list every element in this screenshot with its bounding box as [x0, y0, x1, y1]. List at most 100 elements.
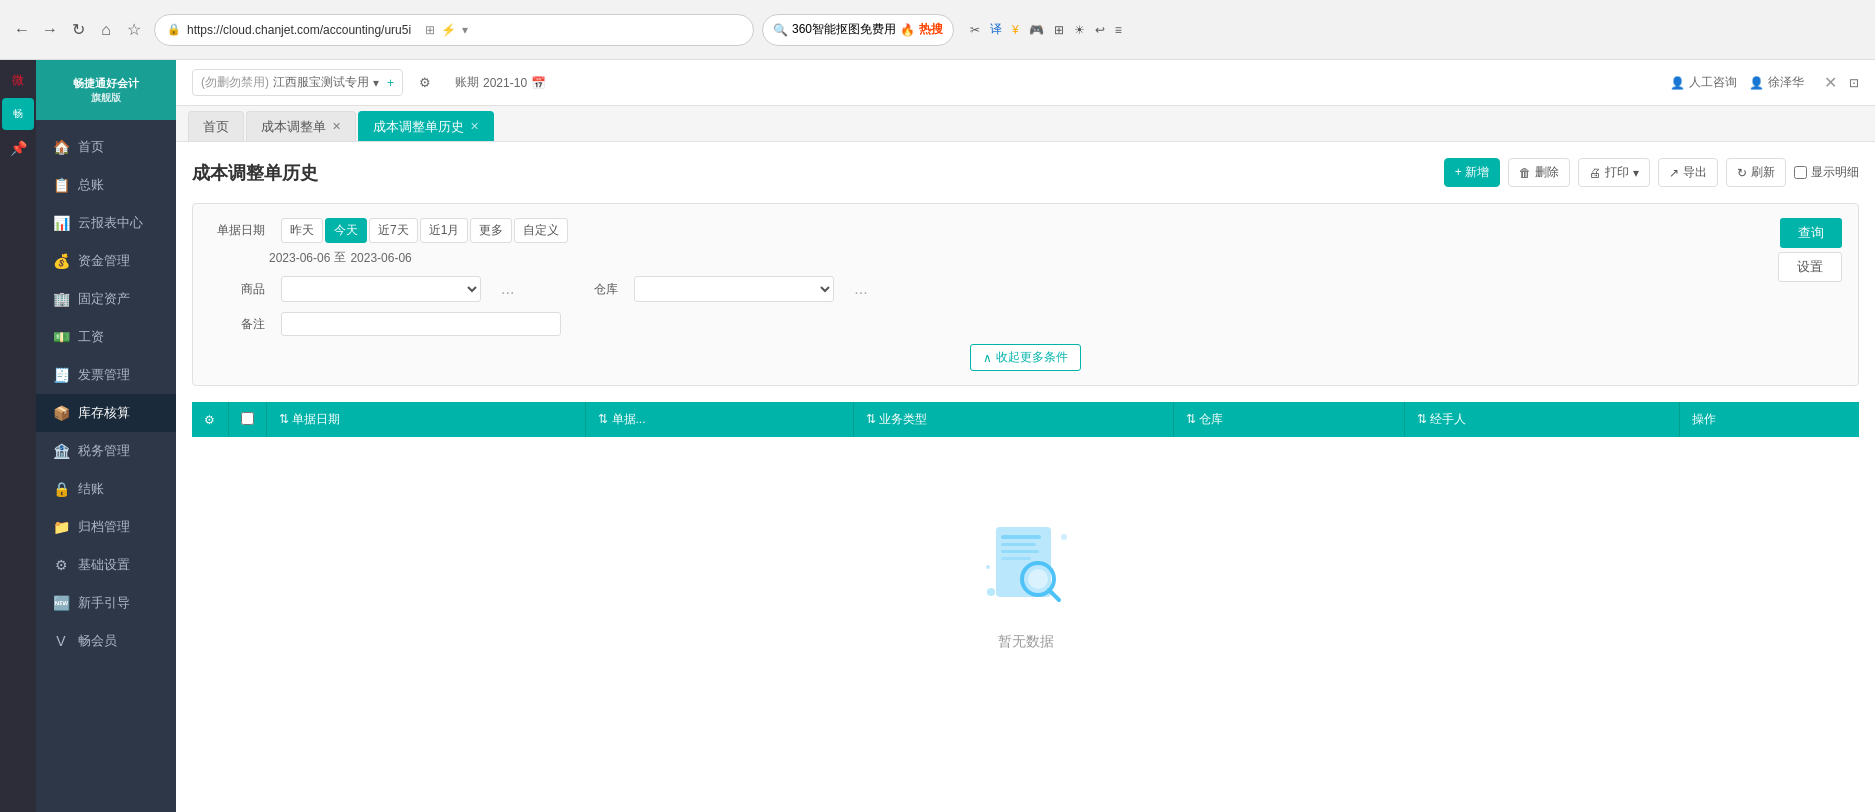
date-btn-today[interactable]: 今天 — [325, 218, 367, 243]
undo-icon[interactable]: ↩ — [1095, 23, 1105, 37]
warehouse-more-btn[interactable]: ... — [854, 280, 867, 298]
bolt-icon: ⚡ — [441, 23, 456, 37]
date-btn-1month[interactable]: 近1月 — [420, 218, 469, 243]
filter-row-date-range: 2023-06-06 至 2023-06-06 — [209, 249, 1754, 266]
date-range-start: 2023-06-06 — [269, 251, 330, 265]
display-cols-checkbox[interactable]: 显示明细 — [1794, 164, 1859, 181]
sidebar-item-close[interactable]: 🔒结账 — [36, 470, 176, 508]
sidebar-icon-archive: 📁 — [52, 519, 70, 535]
logo-text-line2: 旗舰版 — [73, 91, 139, 104]
weibo-icon[interactable]: 微 — [2, 64, 34, 96]
search-icon: 🔍 — [773, 23, 788, 37]
sidebar-item-fixed-assets[interactable]: 🏢 固定资产 — [36, 280, 176, 318]
refresh-button[interactable]: ↻ — [66, 18, 90, 42]
wallet-icon[interactable]: ¥ — [1012, 23, 1019, 37]
calendar-icon[interactable]: 📅 — [531, 76, 546, 90]
tab-home[interactable]: 首页 — [188, 111, 244, 141]
col-handler[interactable]: ⇅ 经手人 — [1404, 402, 1679, 437]
ssl-lock-icon: 🔒 — [167, 23, 181, 36]
date-btn-7days[interactable]: 近7天 — [369, 218, 418, 243]
consultant-btn[interactable]: 👤 人工咨询 — [1670, 74, 1737, 91]
warehouse-filter-select[interactable] — [634, 276, 834, 302]
svg-line-7 — [1049, 590, 1059, 600]
topbar-expand-icon[interactable]: ⊡ — [1849, 76, 1859, 90]
search-bar[interactable]: 🔍 360智能抠图免费用 🔥 热搜 — [762, 14, 954, 46]
sidebar-item-home[interactable]: 🏠首页 — [36, 128, 176, 166]
date-btn-more[interactable]: 更多 — [470, 218, 512, 243]
goods-more-btn[interactable]: ... — [501, 280, 514, 298]
col-checkbox[interactable] — [228, 402, 266, 437]
col-warehouse[interactable]: ⇅ 仓库 — [1173, 402, 1404, 437]
query-button[interactable]: 查询 — [1780, 218, 1842, 248]
scissors-icon[interactable]: ✂ — [970, 23, 980, 37]
period-value: 2021-10 — [483, 76, 527, 90]
sidebar-item-general-ledger[interactable]: 📋总账 — [36, 166, 176, 204]
chanjet-icon[interactable]: 畅 — [2, 98, 34, 130]
company-selector[interactable]: (勿删勿禁用) 江西服宝测试专用 ▾ + — [192, 69, 403, 96]
grid-icon: ⊞ — [425, 23, 435, 37]
col-biz-type[interactable]: ⇅ 业务类型 — [854, 402, 1174, 437]
sidebar-item-tax[interactable]: 🏦税务管理 — [36, 432, 176, 470]
menu-icon[interactable]: ≡ — [1115, 23, 1122, 37]
consultant-label: 人工咨询 — [1689, 74, 1737, 91]
company-warning: (勿删勿禁用) — [201, 74, 269, 91]
apps-icon[interactable]: ⊞ — [1054, 23, 1064, 37]
sidebar-item-reports[interactable]: 📊云报表中心 — [36, 204, 176, 242]
sidebar-label-home: 首页 — [78, 138, 104, 156]
delete-button[interactable]: 🗑 删除 — [1508, 158, 1570, 187]
tab-cost-adjust-history[interactable]: 成本调整单历史✕ — [358, 111, 494, 141]
app-icon-3[interactable]: 📌 — [2, 132, 34, 164]
table-header-row: ⚙ ⇅ 单据日期 ⇅ 单据... — [192, 402, 1859, 437]
filter-row-date: 单据日期 昨天 今天 近7天 近1月 更多 自定义 — [209, 218, 1754, 243]
col-date[interactable]: ⇅ 单据日期 — [266, 402, 586, 437]
table-settings-icon[interactable]: ⚙ — [204, 413, 215, 427]
tab-cost-adjust[interactable]: 成本调整单✕ — [246, 111, 356, 141]
col-settings[interactable]: ⚙ — [192, 402, 228, 437]
settings-icon-topbar[interactable]: ⚙ — [419, 75, 431, 90]
filter-settings-button[interactable]: 设置 — [1778, 252, 1842, 282]
translate-icon[interactable]: 译 — [990, 21, 1002, 38]
sidebar-label-fund: 资金管理 — [78, 252, 130, 270]
sidebar-icon-salary: 💵 — [52, 329, 70, 345]
date-btn-yesterday[interactable]: 昨天 — [281, 218, 323, 243]
back-button[interactable]: ← — [10, 18, 34, 42]
gamepad-icon[interactable]: 🎮 — [1029, 23, 1044, 37]
sidebar-icon-fixed-assets: 🏢 — [52, 291, 70, 307]
topbar-close-btn[interactable]: ✕ — [1824, 73, 1837, 92]
collapse-btn[interactable]: ∧ 收起更多条件 — [970, 344, 1081, 371]
sidebar-item-archive[interactable]: 📁归档管理 — [36, 508, 176, 546]
sidebar-item-salary[interactable]: 💵工资 — [36, 318, 176, 356]
sidebar-item-inventory[interactable]: 📦库存核算 — [36, 394, 176, 432]
sidebar-label-fixed-assets: 固定资产 — [78, 290, 130, 308]
sidebar-item-member[interactable]: V畅会员 — [36, 622, 176, 660]
export-button[interactable]: ↗ 导出 — [1658, 158, 1718, 187]
logo-text-line1: 畅捷通好会计 — [73, 76, 139, 90]
svg-rect-3 — [1001, 550, 1039, 553]
add-company-icon[interactable]: + — [387, 76, 394, 90]
browser-chrome: ← → ↻ ⌂ ☆ 🔒 https://cloud.chanjet.com/ac… — [0, 0, 1875, 60]
display-cols-input[interactable] — [1794, 166, 1807, 179]
sidebar-item-guide[interactable]: 🆕新手引导 — [36, 584, 176, 622]
new-button[interactable]: + 新增 — [1444, 158, 1500, 187]
sidebar-item-invoice[interactable]: 🧾发票管理 — [36, 356, 176, 394]
remark-filter-input[interactable] — [281, 312, 561, 336]
print-button[interactable]: 🖨 打印 ▾ — [1578, 158, 1650, 187]
col-number[interactable]: ⇅ 单据... — [586, 402, 854, 437]
date-btn-custom[interactable]: 自定义 — [514, 218, 568, 243]
refresh-button[interactable]: ↻ 刷新 — [1726, 158, 1786, 187]
page-title: 成本调整单历史 — [192, 161, 318, 185]
sidebar-icon-close: 🔒 — [52, 481, 70, 497]
sidebar-item-settings[interactable]: ⚙基础设置 — [36, 546, 176, 584]
user-account-btn[interactable]: 👤 徐泽华 — [1749, 74, 1804, 91]
forward-button[interactable]: → — [38, 18, 62, 42]
sidebar-item-fund[interactable]: 💰资金管理 — [36, 242, 176, 280]
address-bar[interactable]: 🔒 https://cloud.chanjet.com/accounting/u… — [154, 14, 754, 46]
select-all-checkbox[interactable] — [241, 412, 254, 425]
tab-close-cost-adjust-history[interactable]: ✕ — [470, 120, 479, 133]
brightness-icon[interactable]: ☀ — [1074, 23, 1085, 37]
home-button[interactable]: ⌂ — [94, 18, 118, 42]
bookmark-button[interactable]: ☆ — [122, 18, 146, 42]
goods-filter-select[interactable] — [281, 276, 481, 302]
tab-close-cost-adjust[interactable]: ✕ — [332, 120, 341, 133]
date-filter-label: 单据日期 — [209, 222, 265, 239]
